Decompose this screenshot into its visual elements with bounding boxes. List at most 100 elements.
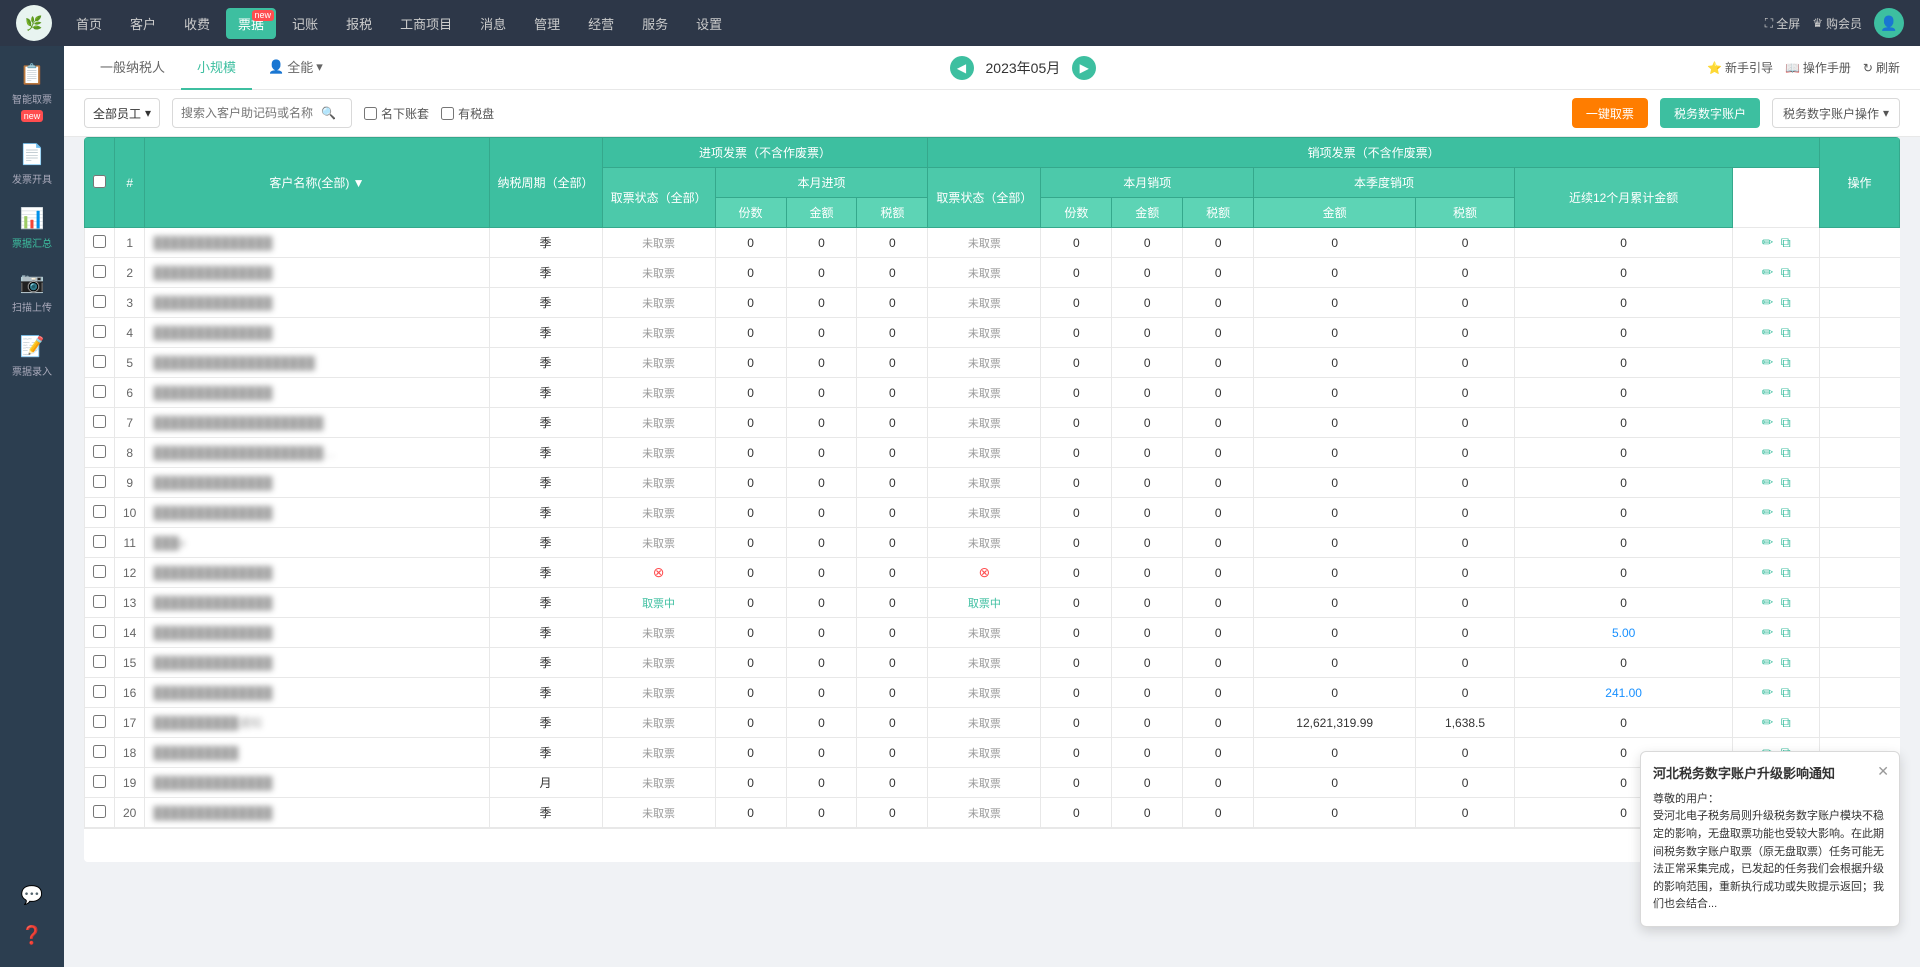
row-checkbox[interactable] bbox=[93, 715, 106, 728]
row-checkbox[interactable] bbox=[93, 805, 106, 818]
row-checkbox-cell[interactable] bbox=[85, 228, 115, 258]
out-status-cell[interactable]: 未取票 bbox=[928, 648, 1041, 678]
th-in-status[interactable]: 取票状态（全部） bbox=[602, 168, 715, 228]
has-tax-disk-checkbox[interactable]: 有税盘 bbox=[441, 105, 494, 122]
row-checkbox[interactable] bbox=[93, 655, 106, 668]
th-customer-name[interactable]: 客户名称(全部) ▼ bbox=[145, 138, 489, 228]
row-checkbox-cell[interactable] bbox=[85, 258, 115, 288]
edit-btn[interactable]: ✏ bbox=[1762, 504, 1774, 520]
nav-invoice[interactable]: 票据 new bbox=[226, 8, 276, 39]
edit-btn[interactable]: ✏ bbox=[1762, 264, 1774, 280]
message-icon[interactable]: 💬 bbox=[16, 879, 48, 911]
row-checkbox[interactable] bbox=[93, 625, 106, 638]
in-status-cell[interactable]: 未取票 bbox=[602, 408, 715, 438]
in-status-cell[interactable]: 未取票 bbox=[602, 618, 715, 648]
search-input-field[interactable] bbox=[181, 106, 321, 120]
row-checkbox[interactable] bbox=[93, 295, 106, 308]
row-checkbox[interactable] bbox=[93, 565, 106, 578]
copy-btn[interactable]: ⧉ bbox=[1781, 474, 1791, 490]
cumulative-link[interactable]: 5.00 bbox=[1612, 626, 1635, 640]
out-status-cell[interactable]: 未取票 bbox=[928, 738, 1041, 768]
out-status-cell[interactable]: 未取票 bbox=[928, 798, 1041, 828]
row-checkbox-cell[interactable] bbox=[85, 498, 115, 528]
in-status-cell[interactable]: 未取票 bbox=[602, 708, 715, 738]
row-checkbox[interactable] bbox=[93, 355, 106, 368]
in-status-cell[interactable]: 未取票 bbox=[602, 348, 715, 378]
edit-btn[interactable]: ✏ bbox=[1762, 444, 1774, 460]
edit-btn[interactable]: ✏ bbox=[1762, 534, 1774, 550]
in-status-cell[interactable]: 未取票 bbox=[602, 798, 715, 828]
employee-filter[interactable]: 全部员工 ▾ bbox=[84, 98, 160, 128]
under-account-checkbox[interactable]: 名下账套 bbox=[364, 105, 429, 122]
row-checkbox-cell[interactable] bbox=[85, 438, 115, 468]
search-box[interactable]: 🔍 bbox=[172, 98, 352, 128]
out-status-cell[interactable]: 未取票 bbox=[928, 678, 1041, 708]
copy-btn[interactable]: ⧉ bbox=[1781, 654, 1791, 670]
copy-btn[interactable]: ⧉ bbox=[1781, 564, 1791, 580]
sidebar-item-scan-upload[interactable]: 📷 扫描上传 bbox=[4, 262, 60, 322]
copy-btn[interactable]: ⧉ bbox=[1781, 324, 1791, 340]
th-checkbox[interactable] bbox=[85, 138, 115, 228]
edit-btn[interactable]: ✏ bbox=[1762, 654, 1774, 670]
in-status-cell[interactable]: 未取票 bbox=[602, 528, 715, 558]
row-checkbox-cell[interactable] bbox=[85, 768, 115, 798]
sidebar-item-invoice-summary[interactable]: 📊 票据汇总 bbox=[4, 198, 60, 258]
copy-btn[interactable]: ⧉ bbox=[1781, 414, 1791, 430]
edit-btn[interactable]: ✏ bbox=[1762, 414, 1774, 430]
in-status-cell[interactable]: 未取票 bbox=[602, 678, 715, 708]
row-checkbox[interactable] bbox=[93, 775, 106, 788]
row-checkbox[interactable] bbox=[93, 415, 106, 428]
row-checkbox-cell[interactable] bbox=[85, 348, 115, 378]
nav-billing[interactable]: 收费 bbox=[172, 8, 222, 39]
out-status-cell[interactable]: 未取票 bbox=[928, 438, 1041, 468]
th-out-status[interactable]: 取票状态（全部） bbox=[928, 168, 1041, 228]
out-status-cell[interactable]: 未取票 bbox=[928, 618, 1041, 648]
out-status-cell[interactable]: 未取票 bbox=[928, 348, 1041, 378]
in-status-cell[interactable]: 未取票 bbox=[602, 648, 715, 678]
in-status-cell[interactable]: 未取票 bbox=[602, 258, 715, 288]
edit-btn[interactable]: ✏ bbox=[1762, 624, 1774, 640]
out-status-cell[interactable]: 未取票 bbox=[928, 498, 1041, 528]
in-status-cell[interactable]: 未取票 bbox=[602, 738, 715, 768]
edit-btn[interactable]: ✏ bbox=[1762, 234, 1774, 250]
nav-home[interactable]: 首页 bbox=[64, 8, 114, 39]
row-checkbox-cell[interactable] bbox=[85, 618, 115, 648]
out-status-cell[interactable]: 未取票 bbox=[928, 318, 1041, 348]
sidebar-item-invoice-entry[interactable]: 📝 票据录入 bbox=[4, 326, 60, 386]
tax-digital-account-btn[interactable]: 税务数字账户 bbox=[1660, 98, 1760, 128]
nav-tax[interactable]: 报税 bbox=[334, 8, 384, 39]
in-status-cell[interactable]: 未取票 bbox=[602, 228, 715, 258]
out-status-cell[interactable]: 未取票 bbox=[928, 768, 1041, 798]
out-status-cell[interactable]: 未取票 bbox=[928, 258, 1041, 288]
nav-operation[interactable]: 经营 bbox=[576, 8, 626, 39]
out-status-cell[interactable]: 取票中 bbox=[928, 588, 1041, 618]
tax-digital-account-actions-btn[interactable]: 税务数字账户操作 ▾ bbox=[1772, 98, 1900, 128]
in-status-cell[interactable]: 未取票 bbox=[602, 288, 715, 318]
copy-btn[interactable]: ⧉ bbox=[1781, 504, 1791, 520]
out-status-cell[interactable]: 未取票 bbox=[928, 708, 1041, 738]
in-status-cell[interactable]: ⊗ bbox=[602, 558, 715, 588]
tab-small-scale[interactable]: 小规模 bbox=[181, 46, 252, 90]
refresh-btn[interactable]: ↻ 刷新 bbox=[1863, 59, 1900, 76]
out-status-cell[interactable]: 未取票 bbox=[928, 408, 1041, 438]
edit-btn[interactable]: ✏ bbox=[1762, 384, 1774, 400]
nav-management[interactable]: 管理 bbox=[522, 8, 572, 39]
new-guide-btn[interactable]: ⭐ 新手引导 bbox=[1707, 59, 1773, 76]
copy-btn[interactable]: ⧉ bbox=[1781, 714, 1791, 730]
in-status-cell[interactable]: 未取票 bbox=[602, 318, 715, 348]
copy-btn[interactable]: ⧉ bbox=[1781, 624, 1791, 640]
edit-btn[interactable]: ✏ bbox=[1762, 474, 1774, 490]
nav-service[interactable]: 服务 bbox=[630, 8, 680, 39]
row-checkbox-cell[interactable] bbox=[85, 678, 115, 708]
row-checkbox[interactable] bbox=[93, 445, 106, 458]
copy-btn[interactable]: ⧉ bbox=[1781, 444, 1791, 460]
cumulative-link[interactable]: 241.00 bbox=[1605, 686, 1642, 700]
row-checkbox-cell[interactable] bbox=[85, 318, 115, 348]
edit-btn[interactable]: ✏ bbox=[1762, 684, 1774, 700]
row-checkbox[interactable] bbox=[93, 505, 106, 518]
period-next-btn[interactable]: ▶ bbox=[1072, 56, 1096, 80]
edit-btn[interactable]: ✏ bbox=[1762, 564, 1774, 580]
nav-message[interactable]: 消息 bbox=[468, 8, 518, 39]
row-checkbox-cell[interactable] bbox=[85, 408, 115, 438]
vip-btn[interactable]: ♛ 购会员 bbox=[1812, 15, 1862, 32]
